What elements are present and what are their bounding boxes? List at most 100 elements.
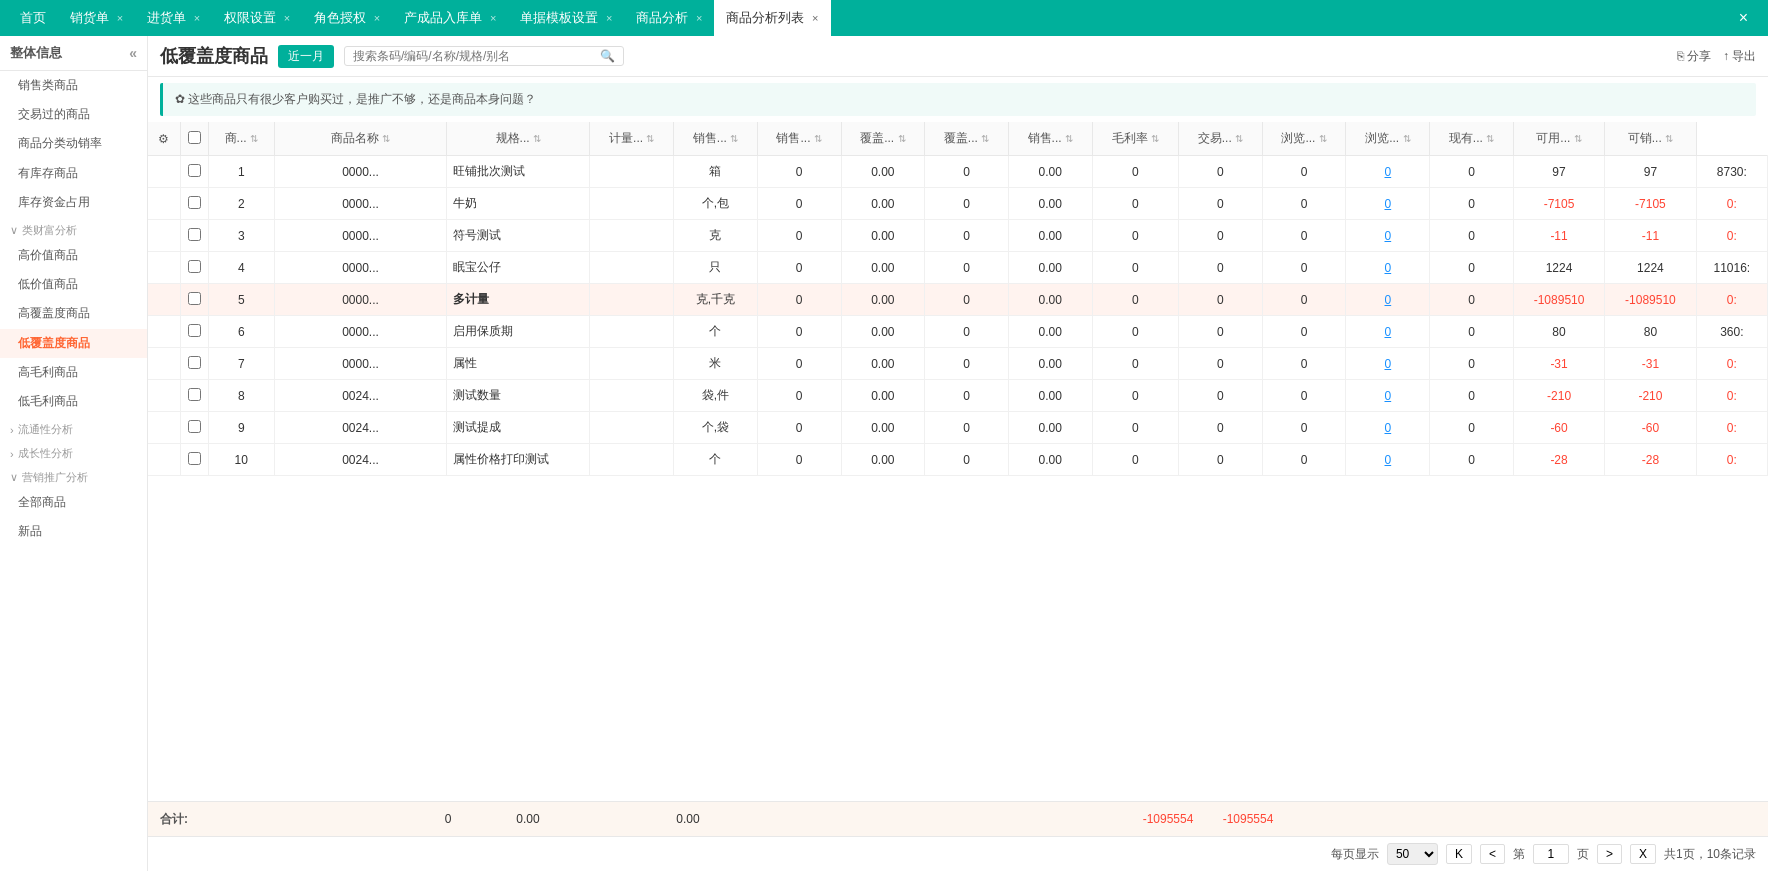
select-all-checkbox[interactable]: [188, 131, 201, 144]
th-cover2[interactable]: 覆盖... ⇅: [925, 122, 1009, 156]
th-name[interactable]: 商品名称 ⇅: [274, 122, 446, 156]
th-cover1[interactable]: 覆盖... ⇅: [841, 122, 925, 156]
sidebar-item-low-profit[interactable]: 低毛利商品: [0, 387, 147, 416]
th-browse1[interactable]: 浏览... ⇅: [1262, 122, 1346, 156]
share-button[interactable]: ⎘ 分享: [1677, 48, 1711, 65]
nav-purchase[interactable]: 进货单 ×: [135, 0, 212, 36]
sidebar-section-wealth[interactable]: ∨ 类财富分析: [0, 217, 147, 241]
sidebar-section-flow[interactable]: › 流通性分析: [0, 416, 147, 440]
cell-browse1[interactable]: 0: [1346, 348, 1430, 380]
th-sellable[interactable]: 可销... ⇅: [1605, 122, 1696, 156]
search-input[interactable]: [353, 49, 596, 63]
period-button[interactable]: 近一月: [278, 45, 334, 68]
cell-cover1: 0: [925, 316, 1009, 348]
sidebar-item-low-coverage[interactable]: 低覆盖度商品: [0, 329, 147, 358]
cell-checkbox[interactable]: [180, 156, 208, 188]
nav-analysis-close[interactable]: ×: [696, 12, 702, 24]
cell-browse1[interactable]: 0: [1346, 188, 1430, 220]
cell-checkbox[interactable]: [180, 188, 208, 220]
th-sales1[interactable]: 销售... ⇅: [674, 122, 758, 156]
cell-browse1[interactable]: 0: [1346, 316, 1430, 348]
nav-roles[interactable]: 角色授权 ×: [302, 0, 392, 36]
cell-browse1[interactable]: 0: [1346, 412, 1430, 444]
search-icon[interactable]: 🔍: [600, 49, 615, 63]
sidebar-item-high-coverage[interactable]: 高覆盖度商品: [0, 299, 147, 328]
table-wrapper[interactable]: 商... ⇅ 商品名称 ⇅ 规格... ⇅ 计量... ⇅ 销售... ⇅ 销售…: [148, 122, 1768, 801]
export-button[interactable]: ↑ 导出: [1723, 48, 1756, 65]
nav-products-close[interactable]: ×: [490, 12, 496, 24]
cell-browse1[interactable]: 0: [1346, 156, 1430, 188]
gear-icon[interactable]: [158, 132, 169, 146]
cell-checkbox[interactable]: [180, 316, 208, 348]
sidebar-item-high-value[interactable]: 高价值商品: [0, 241, 147, 270]
cell-browse2: 0: [1430, 252, 1514, 284]
cell-checkbox[interactable]: [180, 220, 208, 252]
current-page-input[interactable]: [1533, 844, 1569, 864]
nav-home[interactable]: 首页: [8, 0, 58, 36]
sidebar-item-new-goods[interactable]: 新品: [0, 517, 147, 546]
sidebar-section-marketing[interactable]: ∨ 营销推广分析: [0, 464, 147, 488]
cell-browse1[interactable]: 0: [1346, 284, 1430, 316]
th-spec[interactable]: 规格... ⇅: [447, 122, 590, 156]
cell-current: -7105: [1513, 188, 1604, 220]
cell-browse1[interactable]: 0: [1346, 380, 1430, 412]
nav-perms-close[interactable]: ×: [284, 12, 290, 24]
cell-cover1: 0: [925, 348, 1009, 380]
sidebar-item-traded-goods[interactable]: 交易过的商品: [0, 100, 147, 129]
nav-template[interactable]: 单据模板设置 ×: [508, 0, 624, 36]
th-gear[interactable]: [148, 122, 180, 156]
sidebar-item-stock-goods[interactable]: 有库存商品: [0, 159, 147, 188]
th-available[interactable]: 可用... ⇅: [1513, 122, 1604, 156]
next-page-button[interactable]: >: [1597, 844, 1622, 864]
nav-roles-close[interactable]: ×: [374, 12, 380, 24]
cell-checkbox[interactable]: [180, 348, 208, 380]
nav-analysis-list[interactable]: 商品分析列表 ×: [714, 0, 830, 36]
sidebar-collapse-button[interactable]: «: [129, 45, 137, 61]
cell-browse1[interactable]: 0: [1346, 252, 1430, 284]
th-trade[interactable]: 交易... ⇅: [1179, 122, 1263, 156]
sidebar-item-stock-capital[interactable]: 库存资金占用: [0, 188, 147, 217]
cell-name: 属性价格打印测试: [447, 444, 590, 476]
cell-available: 1224: [1605, 252, 1696, 284]
footer-sales2: 0.00: [488, 808, 568, 830]
cell-checkbox[interactable]: [180, 412, 208, 444]
nav-products[interactable]: 产成品入库单 ×: [392, 0, 508, 36]
th-sales3[interactable]: 销售... ⇅: [1008, 122, 1092, 156]
sidebar-item-category-rate[interactable]: 商品分类动销率: [0, 129, 147, 158]
th-gross[interactable]: 毛利率 ⇅: [1092, 122, 1179, 156]
cell-checkbox[interactable]: [180, 284, 208, 316]
cell-unit: 个,袋: [674, 412, 758, 444]
cell-sales2: 0.00: [841, 188, 925, 220]
prev-page-button[interactable]: <: [1480, 844, 1505, 864]
cell-sales3: 0: [1092, 220, 1179, 252]
nav-sales[interactable]: 销货单 ×: [58, 0, 135, 36]
nav-purchase-close[interactable]: ×: [194, 12, 200, 24]
sidebar-item-high-profit[interactable]: 高毛利商品: [0, 358, 147, 387]
nav-analysis-list-close[interactable]: ×: [812, 12, 818, 24]
th-sku[interactable]: 商... ⇅: [208, 122, 274, 156]
cell-checkbox[interactable]: [180, 380, 208, 412]
cell-trade: 0: [1262, 412, 1346, 444]
cell-browse1[interactable]: 0: [1346, 220, 1430, 252]
sidebar-section-growth[interactable]: › 成长性分析: [0, 440, 147, 464]
cell-checkbox[interactable]: [180, 444, 208, 476]
th-current[interactable]: 现有... ⇅: [1430, 122, 1514, 156]
window-close-button[interactable]: ×: [1727, 9, 1760, 27]
nav-sales-close[interactable]: ×: [117, 12, 123, 24]
sidebar-item-sales-goods[interactable]: 销售类商品: [0, 71, 147, 100]
nav-analysis[interactable]: 商品分析 ×: [624, 0, 714, 36]
nav-perms[interactable]: 权限设置 ×: [212, 0, 302, 36]
nav-template-close[interactable]: ×: [606, 12, 612, 24]
sidebar-item-low-value[interactable]: 低价值商品: [0, 270, 147, 299]
th-browse2[interactable]: 浏览... ⇅: [1346, 122, 1430, 156]
cell-name: 符号测试: [447, 220, 590, 252]
sidebar-item-all-goods[interactable]: 全部商品: [0, 488, 147, 517]
per-page-select[interactable]: 50 100 200: [1387, 843, 1438, 865]
first-page-button[interactable]: K: [1446, 844, 1472, 864]
th-unit[interactable]: 计量... ⇅: [590, 122, 674, 156]
cell-checkbox[interactable]: [180, 252, 208, 284]
th-checkbox[interactable]: [180, 122, 208, 156]
last-page-button[interactable]: X: [1630, 844, 1656, 864]
th-sales2[interactable]: 销售... ⇅: [757, 122, 841, 156]
cell-browse1[interactable]: 0: [1346, 444, 1430, 476]
